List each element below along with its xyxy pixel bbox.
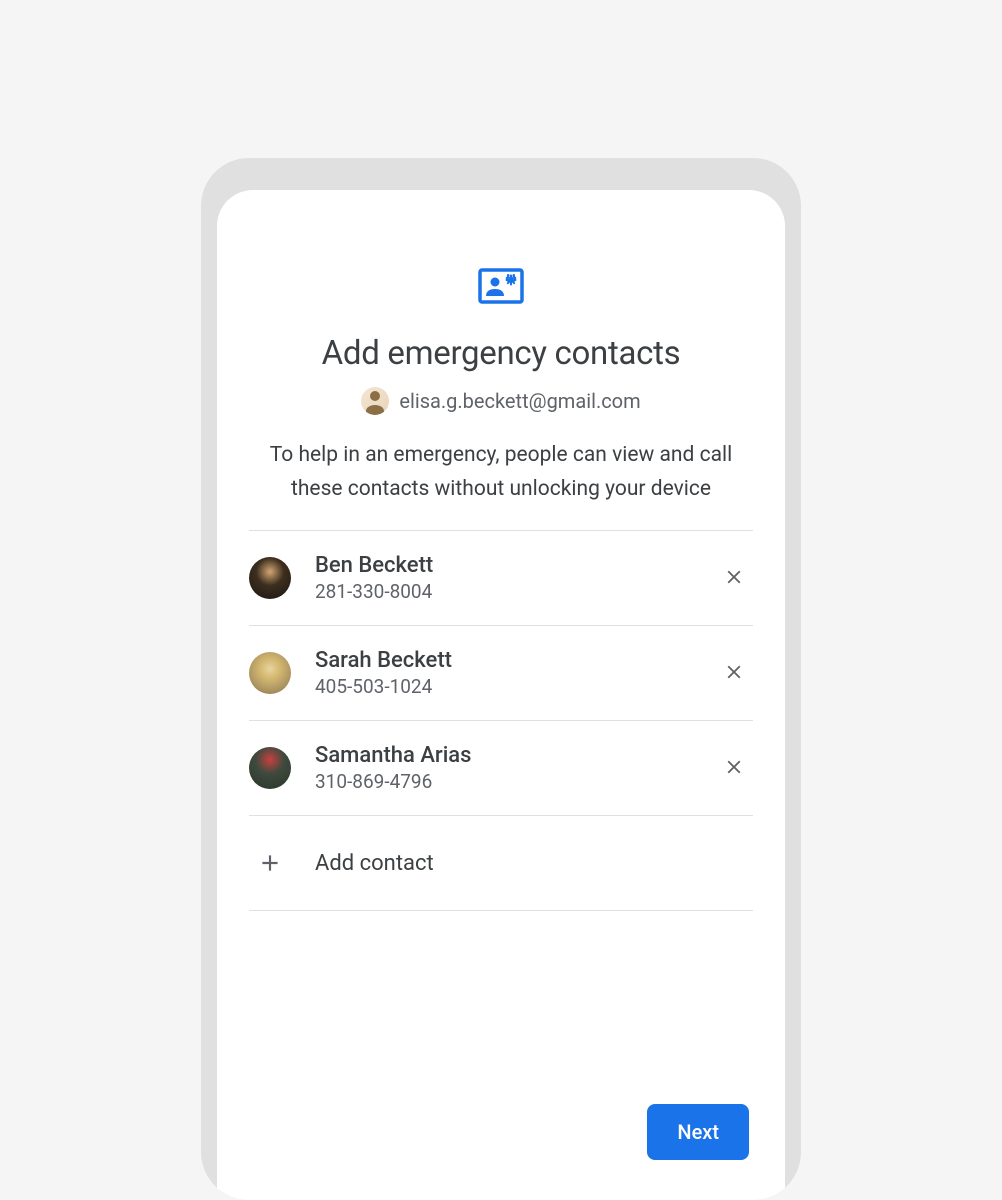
add-contact-label: Add contact: [315, 851, 434, 876]
next-button[interactable]: Next: [647, 1104, 749, 1160]
remove-contact-button[interactable]: [715, 558, 753, 599]
contact-phone: 405-503-1024: [315, 675, 691, 698]
account-avatar: [361, 387, 389, 415]
close-icon: [723, 566, 745, 591]
account-email: elisa.g.beckett@gmail.com: [399, 389, 640, 413]
page-title: Add emergency contacts: [322, 334, 681, 373]
footer: Next: [249, 1104, 753, 1160]
contact-row[interactable]: Ben Beckett 281-330-8004: [249, 531, 753, 626]
contact-avatar: [249, 652, 291, 694]
contact-name: Ben Beckett: [315, 553, 691, 578]
remove-contact-button[interactable]: [715, 748, 753, 789]
contact-row[interactable]: Samantha Arias 310-869-4796: [249, 721, 753, 816]
contact-phone: 281-330-8004: [315, 580, 691, 603]
emergency-contact-card-icon: [478, 268, 524, 304]
contact-name: Sarah Beckett: [315, 648, 691, 673]
close-icon: [723, 661, 745, 686]
add-contact-row[interactable]: Add contact: [249, 816, 753, 911]
contact-row[interactable]: Sarah Beckett 405-503-1024: [249, 626, 753, 721]
contact-phone: 310-869-4796: [315, 770, 691, 793]
contact-avatar: [249, 557, 291, 599]
contacts-list: Ben Beckett 281-330-8004 Sarah Beckett 4…: [249, 530, 753, 911]
close-icon: [723, 756, 745, 781]
screen: Add emergency contacts elisa.g.beckett@g…: [217, 190, 785, 1200]
description: To help in an emergency, people can view…: [249, 439, 753, 506]
contact-info: Sarah Beckett 405-503-1024: [315, 648, 691, 698]
plus-icon: [249, 842, 291, 884]
remove-contact-button[interactable]: [715, 653, 753, 694]
header: Add emergency contacts elisa.g.beckett@g…: [249, 268, 753, 506]
account-row[interactable]: elisa.g.beckett@gmail.com: [361, 387, 640, 415]
contact-avatar: [249, 747, 291, 789]
phone-frame: Add emergency contacts elisa.g.beckett@g…: [201, 158, 801, 1200]
contact-name: Samantha Arias: [315, 743, 691, 768]
contact-info: Samantha Arias 310-869-4796: [315, 743, 691, 793]
contact-info: Ben Beckett 281-330-8004: [315, 553, 691, 603]
